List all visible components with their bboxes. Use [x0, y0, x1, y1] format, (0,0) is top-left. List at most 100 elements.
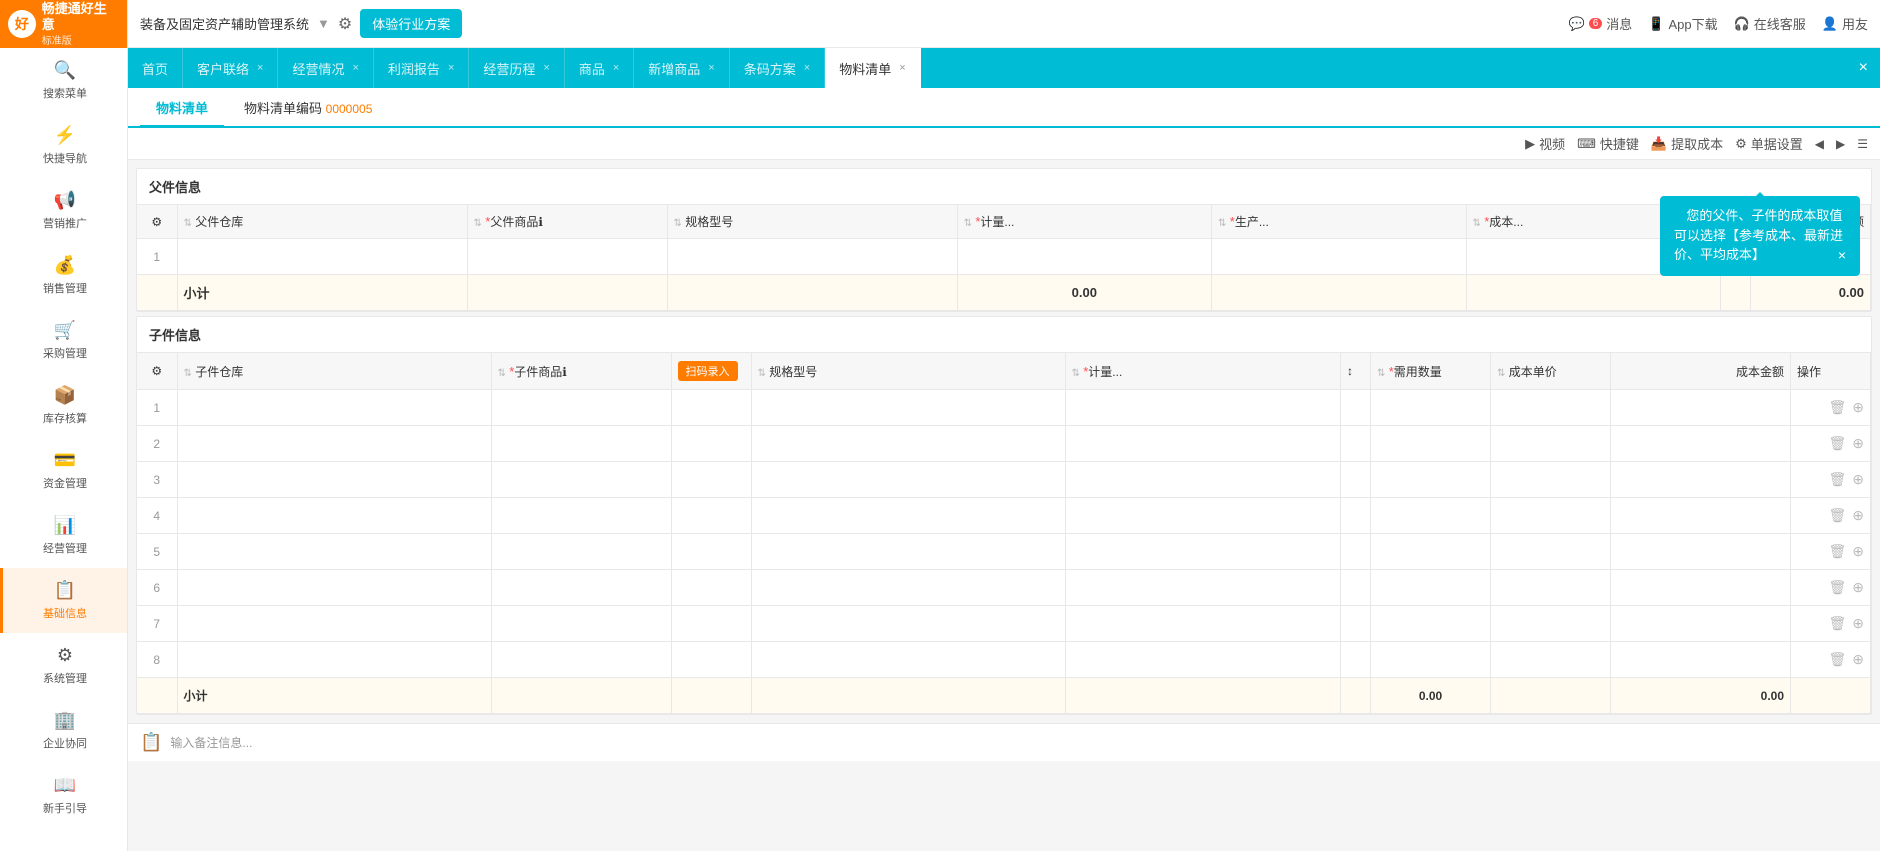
- sidebar-item-system[interactable]: ⚙ 系统管理: [0, 633, 127, 698]
- child-col-action: 操作: [1791, 353, 1871, 390]
- sidebar-item-sales[interactable]: 💰 销售管理: [0, 243, 127, 308]
- extract-cost-button[interactable]: 📥 提取成本: [1651, 134, 1723, 153]
- nav-next-button[interactable]: ▶: [1836, 137, 1845, 151]
- table-row: 1 🗑 ⊕: [137, 390, 1871, 426]
- app-download-button[interactable]: 📱 App下载: [1648, 14, 1717, 33]
- nav-prev-button[interactable]: ◀: [1815, 137, 1824, 151]
- scan-button[interactable]: 扫码录入: [678, 361, 738, 381]
- tab-goods[interactable]: 商品 ×: [565, 48, 634, 88]
- child-col-unit[interactable]: ⇅ *计量...: [1065, 353, 1341, 390]
- delete-icon[interactable]: 🗑: [1828, 507, 1846, 524]
- delete-icon[interactable]: 🗑: [1828, 399, 1846, 416]
- gear-settings-icon[interactable]: ⚙: [338, 14, 352, 34]
- sales-icon: 💰: [54, 255, 76, 276]
- tooltip-close-button[interactable]: ×: [1838, 245, 1846, 266]
- table-row: 6 🗑 ⊕: [137, 570, 1871, 606]
- message-button[interactable]: 💬 6 消息: [1569, 14, 1633, 33]
- download-icon: 📱: [1648, 16, 1664, 32]
- close-operation-tab[interactable]: ×: [352, 62, 358, 74]
- child-section: 子件信息 ⚙ ⇅ 子件仓库 ⇅ *子件商品ℹ 扫码录入 ⇅ 规格型号 ⇅ *计量…: [136, 316, 1872, 715]
- sidebar-item-enterprise[interactable]: 🏢 企业协同: [0, 698, 127, 763]
- copy-icon[interactable]: ⊕: [1852, 579, 1864, 596]
- child-col-unit-cost[interactable]: ⇅ 成本单价: [1491, 353, 1611, 390]
- copy-icon[interactable]: ⊕: [1852, 507, 1864, 524]
- topbar: 装备及固定资产辅助管理系统 ▼ ⚙ 体验行业方案 💬 6 消息 📱 App下载 …: [128, 0, 1880, 48]
- close-new-goods-tab[interactable]: ×: [708, 62, 714, 74]
- child-col-sort[interactable]: ↕: [1341, 353, 1371, 390]
- sidebar-item-operation[interactable]: 📊 经营管理: [0, 503, 127, 568]
- sidebar-item-marketing[interactable]: 📢 营销推广: [0, 178, 127, 243]
- sidebar-item-guide[interactable]: 📖 新手引导: [0, 763, 127, 828]
- finance-icon: 💳: [54, 450, 76, 471]
- parent-col-spec[interactable]: ⇅ 规格型号: [667, 205, 957, 239]
- sidebar-item-basic[interactable]: 📋 基础信息: [0, 568, 127, 633]
- parent-col-settings[interactable]: ⚙: [137, 205, 177, 239]
- child-col-spec[interactable]: ⇅ 规格型号: [751, 353, 1065, 390]
- sidebar-item-search[interactable]: 🔍 搜索菜单: [0, 48, 127, 113]
- parent-col-product[interactable]: ⇅ *父件商品ℹ: [467, 205, 667, 239]
- experience-button[interactable]: 体验行业方案: [360, 9, 462, 38]
- guide-icon: 📖: [54, 775, 76, 796]
- service-icon: 🎧: [1734, 16, 1750, 32]
- copy-icon[interactable]: ⊕: [1852, 651, 1864, 668]
- child-section-title: 子件信息: [137, 317, 1871, 353]
- delete-icon[interactable]: 🗑: [1828, 651, 1846, 668]
- copy-icon[interactable]: ⊕: [1852, 543, 1864, 560]
- video-button[interactable]: ▶ 视频: [1525, 134, 1565, 153]
- sub-tabbar: 物料清单 物料清单编码 0000005: [128, 88, 1880, 128]
- tab-history[interactable]: 经营历程 ×: [469, 48, 564, 88]
- child-col-settings[interactable]: ⚙: [137, 353, 177, 390]
- parent-col-warehouse[interactable]: ⇅ 父件仓库: [177, 205, 467, 239]
- sidebar-nav: 🔍 搜索菜单 ⚡ 快捷导航 📢 营销推广 💰 销售管理 🛒 采购管理 📦 库存核…: [0, 48, 127, 851]
- tab-customer[interactable]: 客户联络 ×: [183, 48, 278, 88]
- close-profit-tab[interactable]: ×: [448, 62, 454, 74]
- copy-icon[interactable]: ⊕: [1852, 471, 1864, 488]
- tab-barcode[interactable]: 条码方案 ×: [730, 48, 825, 88]
- user-menu[interactable]: 👤 用友: [1822, 14, 1868, 33]
- shortcut-icon: ⌨: [1577, 136, 1596, 152]
- online-service-button[interactable]: 🎧 在线客服: [1734, 14, 1806, 33]
- toolbar: ▶ 视频 ⌨ 快捷键 📥 提取成本 ⚙ 单据设置 ◀ ▶ ☰: [128, 128, 1880, 160]
- close-barcode-tab[interactable]: ×: [804, 62, 810, 74]
- close-bom-tab[interactable]: ×: [899, 62, 905, 74]
- tab-profit[interactable]: 利润报告 ×: [374, 48, 469, 88]
- child-table: ⚙ ⇅ 子件仓库 ⇅ *子件商品ℹ 扫码录入 ⇅ 规格型号 ⇅ *计量... ↕…: [137, 353, 1871, 714]
- dropdown-arrow-icon[interactable]: ▼: [317, 16, 330, 31]
- delete-icon[interactable]: 🗑: [1828, 543, 1846, 560]
- parent-col-produce[interactable]: ⇅ *生产...: [1212, 205, 1466, 239]
- tab-new-goods[interactable]: 新增商品 ×: [634, 48, 729, 88]
- single-settings-button[interactable]: ⚙ 单据设置: [1735, 134, 1803, 153]
- close-customer-tab[interactable]: ×: [257, 62, 263, 74]
- copy-icon[interactable]: ⊕: [1852, 399, 1864, 416]
- delete-icon[interactable]: 🗑: [1828, 471, 1846, 488]
- page-container: 物料清单 物料清单编码 0000005 ▶ 视频 ⌨ 快捷键 📥 提取成本 ⚙: [128, 88, 1880, 851]
- copy-icon[interactable]: ⊕: [1852, 435, 1864, 452]
- list-view-button[interactable]: ☰: [1857, 137, 1868, 151]
- child-col-product[interactable]: ⇅ *子件商品ℹ: [491, 353, 671, 390]
- sidebar-item-inventory[interactable]: 📦 库存核算: [0, 373, 127, 438]
- close-goods-tab[interactable]: ×: [613, 62, 619, 74]
- table-row: 1: [137, 239, 1871, 275]
- delete-icon[interactable]: 🗑: [1828, 579, 1846, 596]
- tab-bom[interactable]: 物料清单 ×: [825, 48, 920, 88]
- child-col-qty[interactable]: ⇅ *需用数量: [1371, 353, 1491, 390]
- child-subtotal-row: 小计 0.00 0.00: [137, 678, 1871, 714]
- close-history-tab[interactable]: ×: [543, 62, 549, 74]
- sub-tab-bom-code[interactable]: 物料清单编码 0000005: [228, 90, 388, 127]
- child-col-warehouse[interactable]: ⇅ 子件仓库: [177, 353, 491, 390]
- sidebar-item-finance[interactable]: 💳 资金管理: [0, 438, 127, 503]
- delete-icon[interactable]: 🗑: [1828, 615, 1846, 632]
- copy-icon[interactable]: ⊕: [1852, 615, 1864, 632]
- child-col-scan[interactable]: 扫码录入: [671, 353, 751, 390]
- close-all-tabs-button[interactable]: ×: [1847, 59, 1880, 77]
- sidebar-item-purchase[interactable]: 🛒 采购管理: [0, 308, 127, 373]
- tab-home[interactable]: 首页: [128, 48, 183, 88]
- tab-operation[interactable]: 经营情况 ×: [278, 48, 373, 88]
- sidebar-item-quicknav[interactable]: ⚡ 快捷导航: [0, 113, 127, 178]
- sub-tab-bom-list[interactable]: 物料清单: [140, 90, 224, 127]
- basic-icon: 📋: [54, 580, 76, 601]
- parent-col-unit[interactable]: ⇅ *计量...: [957, 205, 1211, 239]
- table-row: 2 🗑 ⊕: [137, 426, 1871, 462]
- delete-icon[interactable]: 🗑: [1828, 435, 1846, 452]
- shortcut-button[interactable]: ⌨ 快捷键: [1577, 134, 1639, 153]
